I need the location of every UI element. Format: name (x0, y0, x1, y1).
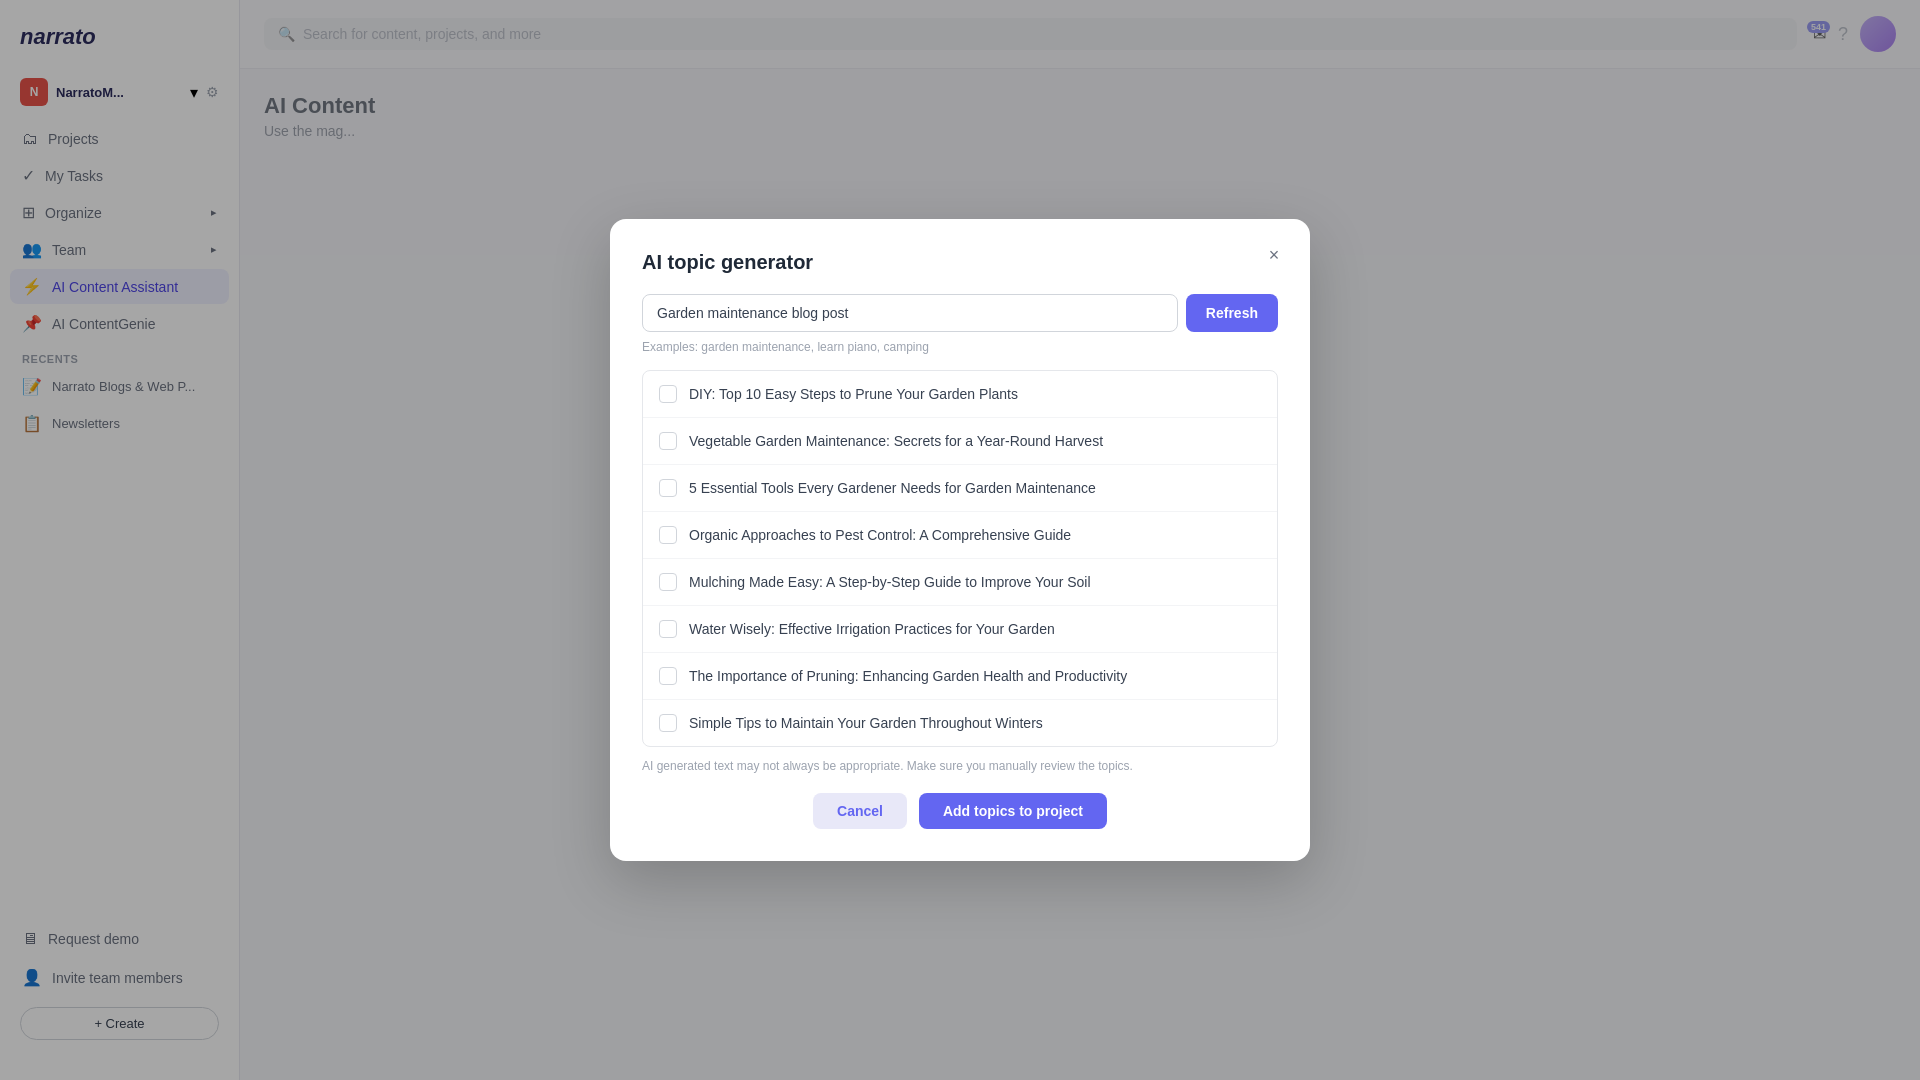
modal-close-button[interactable]: × (1258, 239, 1290, 271)
input-row: Refresh (642, 294, 1278, 332)
topic-item-5[interactable]: Mulching Made Easy: A Step-by-Step Guide… (643, 559, 1277, 606)
topic-text-5: Mulching Made Easy: A Step-by-Step Guide… (689, 574, 1091, 590)
topic-checkbox-6[interactable] (659, 620, 677, 638)
topic-text-1: DIY: Top 10 Easy Steps to Prune Your Gar… (689, 386, 1018, 402)
refresh-button[interactable]: Refresh (1186, 294, 1278, 332)
examples-text: Examples: garden maintenance, learn pian… (642, 340, 1278, 354)
modal-title: AI topic generator (642, 251, 1278, 274)
topic-text-6: Water Wisely: Effective Irrigation Pract… (689, 621, 1055, 637)
topic-text-7: The Importance of Pruning: Enhancing Gar… (689, 668, 1127, 684)
topic-checkbox-4[interactable] (659, 526, 677, 544)
ai-topic-generator-modal: AI topic generator × Refresh Examples: g… (610, 219, 1310, 861)
topic-text-3: 5 Essential Tools Every Gardener Needs f… (689, 480, 1096, 496)
topic-checkbox-7[interactable] (659, 667, 677, 685)
topic-item-4[interactable]: Organic Approaches to Pest Control: A Co… (643, 512, 1277, 559)
modal-actions: Cancel Add topics to project (642, 793, 1278, 829)
topic-input[interactable] (642, 294, 1178, 332)
topic-checkbox-1[interactable] (659, 385, 677, 403)
topic-item-6[interactable]: Water Wisely: Effective Irrigation Pract… (643, 606, 1277, 653)
topics-list: DIY: Top 10 Easy Steps to Prune Your Gar… (642, 370, 1278, 747)
topic-text-8: Simple Tips to Maintain Your Garden Thro… (689, 715, 1043, 731)
topic-item-7[interactable]: The Importance of Pruning: Enhancing Gar… (643, 653, 1277, 700)
topic-text-2: Vegetable Garden Maintenance: Secrets fo… (689, 433, 1103, 449)
topic-item-2[interactable]: Vegetable Garden Maintenance: Secrets fo… (643, 418, 1277, 465)
topic-checkbox-3[interactable] (659, 479, 677, 497)
topic-checkbox-2[interactable] (659, 432, 677, 450)
topic-item-3[interactable]: 5 Essential Tools Every Gardener Needs f… (643, 465, 1277, 512)
disclaimer-text: AI generated text may not always be appr… (642, 759, 1278, 773)
topic-item-1[interactable]: DIY: Top 10 Easy Steps to Prune Your Gar… (643, 371, 1277, 418)
topic-item-8[interactable]: Simple Tips to Maintain Your Garden Thro… (643, 700, 1277, 746)
add-topics-button[interactable]: Add topics to project (919, 793, 1107, 829)
topic-text-4: Organic Approaches to Pest Control: A Co… (689, 527, 1071, 543)
modal-overlay: AI topic generator × Refresh Examples: g… (0, 0, 1920, 1080)
cancel-button[interactable]: Cancel (813, 793, 907, 829)
topic-checkbox-5[interactable] (659, 573, 677, 591)
topic-checkbox-8[interactable] (659, 714, 677, 732)
